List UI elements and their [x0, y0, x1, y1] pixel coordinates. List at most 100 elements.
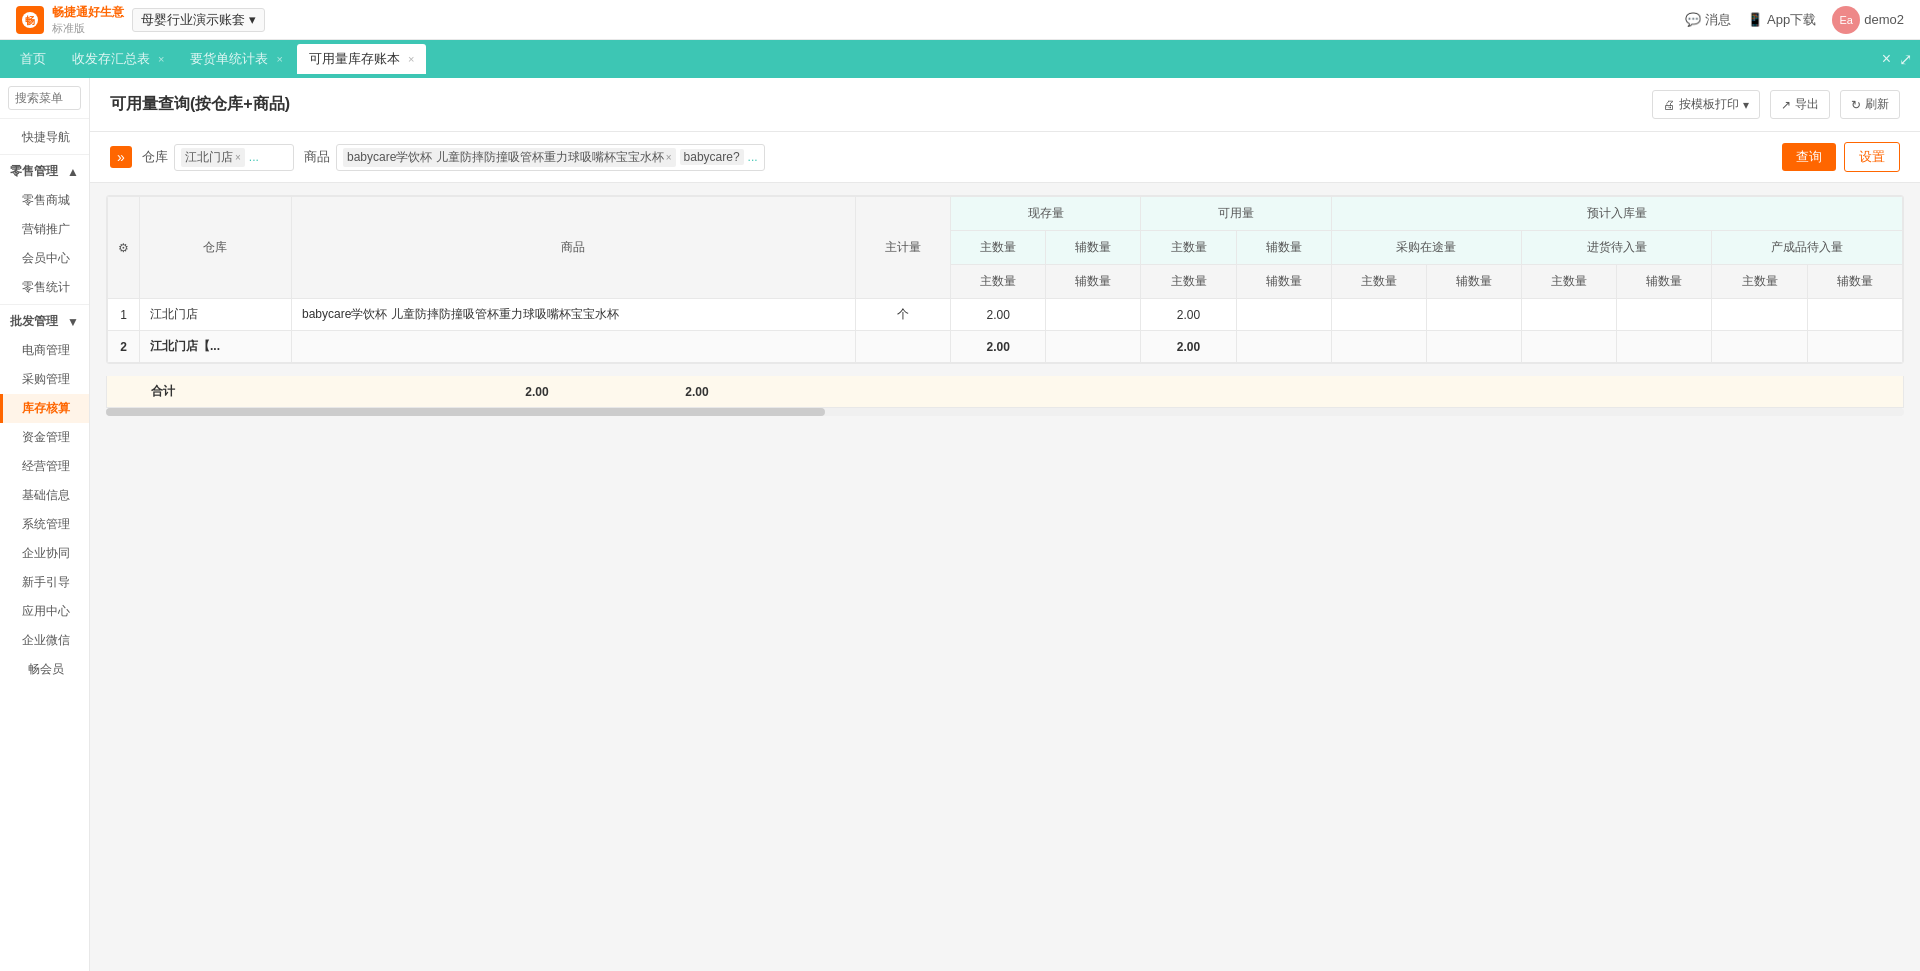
warehouse-more[interactable]: ... — [249, 150, 259, 164]
product-tag-label: babycare学饮杯 儿童防摔防撞吸管杯重力球吸嘴杯宝宝水杯 — [347, 149, 664, 166]
sidebar-item-wholesale-mgmt[interactable]: 批发管理 ▼ — [0, 307, 89, 336]
sidebar-item-member[interactable]: 会员中心 — [0, 244, 89, 273]
sidebar-item-retail-stats[interactable]: 零售统计 — [0, 273, 89, 302]
sidebar-item-finance[interactable]: 资金管理 — [0, 423, 89, 452]
sidebar-app-center-label: 应用中心 — [22, 603, 70, 620]
scroll-thumb[interactable] — [106, 408, 825, 416]
sidebar-item-ecommerce[interactable]: 电商管理 — [0, 336, 89, 365]
product-filter-tags[interactable]: babycare学饮杯 儿童防摔防撞吸管杯重力球吸嘴杯宝宝水杯 × babyca… — [336, 144, 765, 171]
col-available-aux-sub: 辅数量 — [1236, 231, 1331, 265]
row1-production-aux — [1807, 299, 1902, 331]
refresh-button[interactable]: ↻ 刷新 — [1840, 90, 1900, 119]
svg-text:畅: 畅 — [25, 15, 35, 26]
row2-stock-main: 2.00 — [951, 331, 1046, 363]
sidebar-marketing-label: 营销推广 — [22, 221, 70, 238]
tab-restore-btn[interactable]: ⤢ — [1899, 50, 1912, 69]
row2-production-main — [1712, 331, 1807, 363]
horizontal-scrollbar[interactable] — [106, 408, 1904, 416]
tab-receipts[interactable]: 收发存汇总表 × — [60, 44, 176, 74]
row2-product — [291, 331, 855, 363]
tab-bar-controls: × ⤢ — [1882, 50, 1912, 69]
sidebar-item-marketing[interactable]: 营销推广 — [0, 215, 89, 244]
sidebar-item-purchase[interactable]: 采购管理 — [0, 365, 89, 394]
tab-orders-close[interactable]: × — [276, 53, 282, 65]
sidebar-item-retail-mgmt[interactable]: 零售管理 ▲ — [0, 157, 89, 186]
sidebar-item-app-center[interactable]: 应用中心 — [0, 597, 89, 626]
printer-icon: 🖨 — [1663, 98, 1675, 112]
sidebar-item-retail-store[interactable]: 零售商城 — [0, 186, 89, 215]
logo-icon: 畅 — [16, 6, 44, 34]
tab-close-btn[interactable]: × — [1882, 50, 1891, 68]
store-selector[interactable]: 母婴行业演示账套 ▾ — [132, 8, 265, 32]
inventory-table: ⚙ 仓库 商品 主计量 现存量 可用量 预计入库量 主数量 辅数量 主数量 辅数… — [107, 196, 1903, 363]
row2-incoming-aux — [1617, 331, 1712, 363]
sidebar-item-inventory[interactable]: 库存核算 — [0, 394, 89, 423]
search-input[interactable] — [8, 86, 81, 110]
tab-available-close[interactable]: × — [408, 53, 414, 65]
sidebar-quick-nav-label: 快捷导航 — [22, 129, 70, 146]
sidebar-item-new-guide[interactable]: 新手引导 — [0, 568, 89, 597]
col-unit: 主计量 — [855, 197, 950, 299]
product-tag-close[interactable]: × — [666, 152, 672, 163]
product-tag2-label: babycare? — [684, 150, 740, 164]
row2-warehouse: 江北门店【... — [140, 331, 292, 363]
brand-info: 畅捷通好生意 标准版 — [52, 4, 124, 36]
row2-avail-main: 2.00 — [1141, 331, 1236, 363]
col-purchase-main: 主数量 — [1331, 265, 1426, 299]
chevron-up-icon: ▲ — [67, 165, 79, 179]
store-dropdown-icon: ▾ — [249, 12, 256, 27]
sidebar-vip-label: 畅会员 — [28, 661, 64, 678]
export-button[interactable]: ↗ 导出 — [1770, 90, 1830, 119]
col-planned-group: 预计入库量 — [1331, 197, 1902, 231]
tab-available[interactable]: 可用量库存账本 × — [297, 44, 426, 74]
col-production-aux: 辅数量 — [1807, 265, 1902, 299]
sidebar-item-wechat[interactable]: 企业微信 — [0, 626, 89, 655]
sidebar-divider-1 — [0, 154, 89, 155]
col-production-group: 产成品待入量 — [1712, 231, 1903, 265]
row1-stock-aux — [1046, 299, 1141, 331]
message-label: 消息 — [1705, 11, 1731, 29]
sidebar-item-basic-info[interactable]: 基础信息 — [0, 481, 89, 510]
row2-avail-aux — [1236, 331, 1331, 363]
sidebar-item-vip[interactable]: 畅会员 — [0, 655, 89, 684]
sidebar-item-operations[interactable]: 经营管理 — [0, 452, 89, 481]
product-more[interactable]: ... — [748, 150, 758, 164]
sidebar-member-label: 会员中心 — [22, 250, 70, 267]
warehouse-tag-jiangbei: 江北门店 × — [181, 148, 245, 167]
tab-receipts-close[interactable]: × — [158, 53, 164, 65]
sidebar-retail-stats-label: 零售统计 — [22, 279, 70, 296]
col-stock-main-sub: 主数量 — [951, 231, 1046, 265]
col-avail-aux-qty: 辅数量 — [1236, 265, 1331, 299]
app-download-button[interactable]: 📱 App下载 — [1747, 11, 1816, 29]
col-incoming-group: 进货待入量 — [1522, 231, 1712, 265]
store-name: 母婴行业演示账套 — [141, 11, 245, 29]
warehouse-tag-close[interactable]: × — [235, 152, 241, 163]
col-available-main-sub: 主数量 — [1141, 231, 1236, 265]
col-warehouse: 仓库 — [140, 197, 292, 299]
row2-production-aux — [1807, 331, 1902, 363]
top-bar-right: 💬 消息 📱 App下载 Ea demo2 — [1685, 6, 1904, 34]
table-footer: 合计 2.00 2.00 — [106, 376, 1904, 408]
sidebar-retail-mgmt-label: 零售管理 — [10, 163, 58, 180]
sidebar-item-system[interactable]: 系统管理 — [0, 510, 89, 539]
tab-home[interactable]: 首页 — [8, 44, 58, 74]
setting-button[interactable]: 设置 — [1844, 142, 1900, 172]
product-filter-group: 商品 babycare学饮杯 儿童防摔防撞吸管杯重力球吸嘴杯宝宝水杯 × bab… — [304, 144, 765, 171]
top-bar-left: 畅 畅捷通好生意 标准版 母婴行业演示账套 ▾ — [16, 4, 265, 36]
tab-orders[interactable]: 要货单统计表 × — [178, 44, 294, 74]
sidebar-item-quick-nav[interactable]: 快捷导航 — [0, 123, 89, 152]
query-button[interactable]: 查询 — [1782, 143, 1836, 171]
filter-bar: » 仓库 江北门店 × ... 商品 babycare学饮杯 儿童防摔防撞吸管杯… — [90, 132, 1920, 183]
message-button[interactable]: 💬 消息 — [1685, 11, 1731, 29]
row1-product: babycare学饮杯 儿童防摔防撞吸管杯重力球吸嘴杯宝宝水杯 — [291, 299, 855, 331]
print-template-button[interactable]: 🖨 按模板打印 ▾ — [1652, 90, 1760, 119]
expand-icon: » — [117, 149, 125, 165]
footer-avail-main: 2.00 — [657, 385, 737, 399]
warehouse-filter-tags[interactable]: 江北门店 × ... — [174, 144, 294, 171]
warehouse-filter-group: 仓库 江北门店 × ... — [142, 144, 294, 171]
sidebar-inventory-label: 库存核算 — [22, 400, 70, 417]
filter-expand-button[interactable]: » — [110, 146, 132, 168]
sidebar-item-enterprise[interactable]: 企业协同 — [0, 539, 89, 568]
row1-index: 1 — [108, 299, 140, 331]
user-profile[interactable]: Ea demo2 — [1832, 6, 1904, 34]
